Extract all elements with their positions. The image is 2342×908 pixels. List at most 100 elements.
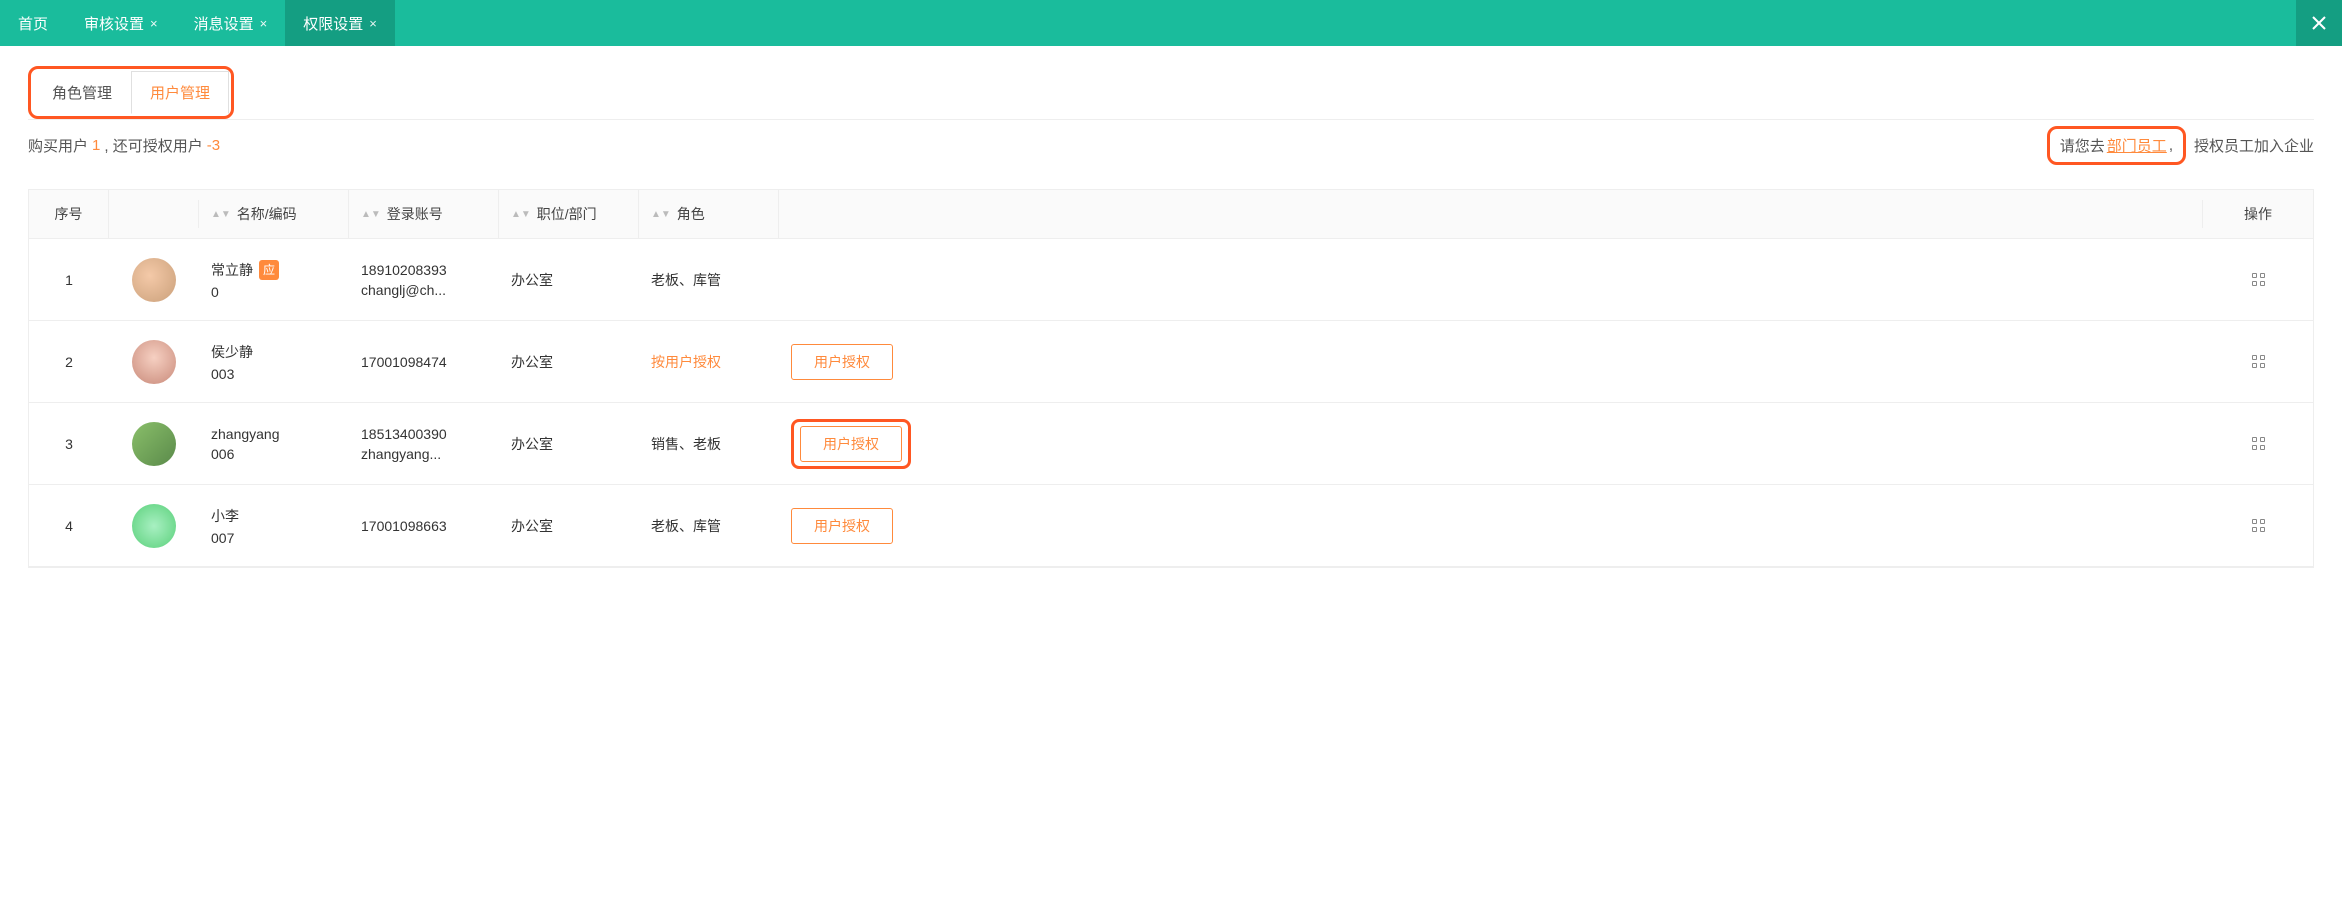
col-auth bbox=[779, 200, 2203, 228]
cell-name: 小李 007 bbox=[199, 492, 349, 560]
cell-auth: 用户授权 bbox=[779, 330, 2203, 394]
sort-icon[interactable]: ▲▼ bbox=[211, 211, 231, 218]
cell-avatar bbox=[109, 244, 199, 316]
cell-name: zhangyang 006 bbox=[199, 412, 349, 476]
highlight-frame: 用户授权 bbox=[791, 419, 911, 469]
login-phone: 17001098663 bbox=[361, 518, 447, 534]
subtabs-frame: 角色管理用户管理 bbox=[28, 66, 234, 119]
cell-name: 常立静应 0 bbox=[199, 246, 349, 314]
close-icon bbox=[2310, 14, 2328, 32]
cell-role: 老板、库管 bbox=[639, 502, 779, 550]
user-name: 小李 bbox=[211, 506, 239, 526]
table-row: 3 zhangyang 006 18513400390zhangyang...办公室销… bbox=[29, 403, 2313, 485]
navtab-label: 消息设置 bbox=[194, 13, 254, 34]
info-text: , 还可授权用户 bbox=[104, 135, 202, 156]
user-code: 006 bbox=[211, 446, 280, 462]
user-name: 常立静 bbox=[211, 260, 253, 280]
close-icon[interactable]: × bbox=[369, 16, 377, 31]
cell-position: 办公室 bbox=[499, 420, 639, 468]
top-nav: 首页 审核设置 × 消息设置 × 权限设置 × bbox=[0, 0, 2342, 46]
navtab-label: 首页 bbox=[18, 13, 48, 34]
cell-avatar bbox=[109, 326, 199, 398]
cell-ops bbox=[2203, 259, 2313, 300]
cell-seq: 3 bbox=[29, 422, 109, 466]
close-icon[interactable]: × bbox=[260, 16, 268, 31]
sort-icon[interactable]: ▲▼ bbox=[511, 211, 531, 218]
authorize-user-button[interactable]: 用户授权 bbox=[791, 344, 893, 380]
cell-auth bbox=[779, 266, 2203, 294]
table-header: 序号 ▲▼名称/编码 ▲▼登录账号 ▲▼职位/部门 ▲▼角色 操作 bbox=[29, 190, 2313, 239]
col-seq[interactable]: 序号 bbox=[29, 190, 109, 238]
cell-name: 侯少静 003 bbox=[199, 328, 349, 396]
close-all-tabs-button[interactable] bbox=[2296, 0, 2342, 46]
user-code: 003 bbox=[211, 366, 253, 382]
user-name: zhangyang bbox=[211, 426, 280, 442]
cell-avatar bbox=[109, 490, 199, 562]
cell-role: 销售、老板 bbox=[639, 420, 779, 468]
close-icon[interactable]: × bbox=[150, 16, 158, 31]
col-role[interactable]: ▲▼角色 bbox=[639, 190, 779, 238]
login-email: changlj@ch... bbox=[361, 282, 447, 298]
col-login[interactable]: ▲▼登录账号 bbox=[349, 190, 499, 238]
cell-auth: 用户授权 bbox=[779, 405, 2203, 483]
more-actions-icon[interactable] bbox=[2252, 273, 2265, 286]
table-row: 1 常立静应 0 18910208393 changlj@ch... 办公室老板、库管 bbox=[29, 239, 2313, 321]
cell-position: 办公室 bbox=[499, 338, 639, 386]
more-actions-icon[interactable] bbox=[2252, 519, 2265, 532]
more-actions-icon[interactable] bbox=[2252, 355, 2265, 368]
avatar bbox=[132, 340, 176, 384]
user-code: 0 bbox=[211, 284, 279, 300]
cell-login: 18513400390zhangyang... bbox=[349, 412, 499, 476]
cell-login: 17001098663 bbox=[349, 504, 499, 548]
avatar bbox=[132, 422, 176, 466]
authorize-user-button[interactable]: 用户授权 bbox=[800, 426, 902, 462]
cell-seq: 4 bbox=[29, 504, 109, 548]
sort-icon[interactable]: ▲▼ bbox=[651, 211, 671, 218]
user-code: 007 bbox=[211, 530, 239, 546]
col-name[interactable]: ▲▼名称/编码 bbox=[199, 190, 349, 238]
users-table: 序号 ▲▼名称/编码 ▲▼登录账号 ▲▼职位/部门 ▲▼角色 操作 1 常立静应 0… bbox=[28, 189, 2314, 568]
more-actions-icon[interactable] bbox=[2252, 437, 2265, 450]
col-position[interactable]: ▲▼职位/部门 bbox=[499, 190, 639, 238]
cell-seq: 1 bbox=[29, 258, 109, 302]
dept-staff-link[interactable]: 部门员工 bbox=[2107, 135, 2167, 156]
cell-login: 18910208393 changlj@ch... bbox=[349, 248, 499, 312]
navtab-1[interactable]: 审核设置 × bbox=[66, 0, 176, 46]
navtab-0[interactable]: 首页 bbox=[0, 0, 66, 46]
avatar bbox=[132, 504, 176, 548]
cell-avatar bbox=[109, 408, 199, 480]
table-row: 2 侯少静 003 17001098474办公室按用户授权用户授权 bbox=[29, 321, 2313, 403]
sort-icon[interactable]: ▲▼ bbox=[361, 211, 381, 218]
cell-position: 办公室 bbox=[499, 502, 639, 550]
hint-frame: 请您去 部门员工 , bbox=[2047, 126, 2186, 165]
cell-login: 17001098474 bbox=[349, 340, 499, 384]
col-ops: 操作 bbox=[2203, 190, 2313, 238]
cell-role: 老板、库管 bbox=[639, 256, 779, 304]
navtab-3[interactable]: 权限设置 × bbox=[285, 0, 395, 46]
login-email: zhangyang... bbox=[361, 446, 447, 462]
subtab-user-manage[interactable]: 用户管理 bbox=[131, 71, 229, 114]
authorize-user-button[interactable]: 用户授权 bbox=[791, 508, 893, 544]
app-badge: 应 bbox=[259, 260, 279, 280]
hint-comma: , bbox=[2169, 137, 2173, 154]
subtab-role-manage[interactable]: 角色管理 bbox=[33, 71, 131, 114]
cell-seq: 2 bbox=[29, 340, 109, 384]
navtab-label: 审核设置 bbox=[84, 13, 144, 34]
info-text: 购买用户 bbox=[28, 135, 88, 156]
purchased-count: 1 bbox=[92, 137, 100, 154]
col-avatar bbox=[109, 200, 199, 228]
user-name: 侯少静 bbox=[211, 342, 253, 362]
navtab-label: 权限设置 bbox=[303, 13, 363, 34]
login-phone: 18910208393 bbox=[361, 262, 447, 278]
hint-text: 请您去 bbox=[2060, 135, 2105, 156]
hint-text-after: 授权员工加入企业 bbox=[2194, 135, 2314, 156]
cell-role: 按用户授权 bbox=[639, 338, 779, 386]
table-row: 4 小李 007 17001098663 办公室老板、库管用户授权 bbox=[29, 485, 2313, 567]
remain-count: -3 bbox=[207, 137, 220, 154]
cell-ops bbox=[2203, 423, 2313, 464]
navtab-2[interactable]: 消息设置 × bbox=[176, 0, 286, 46]
cell-ops bbox=[2203, 505, 2313, 546]
cell-position: 办公室 bbox=[499, 256, 639, 304]
cell-ops bbox=[2203, 341, 2313, 382]
avatar bbox=[132, 258, 176, 302]
